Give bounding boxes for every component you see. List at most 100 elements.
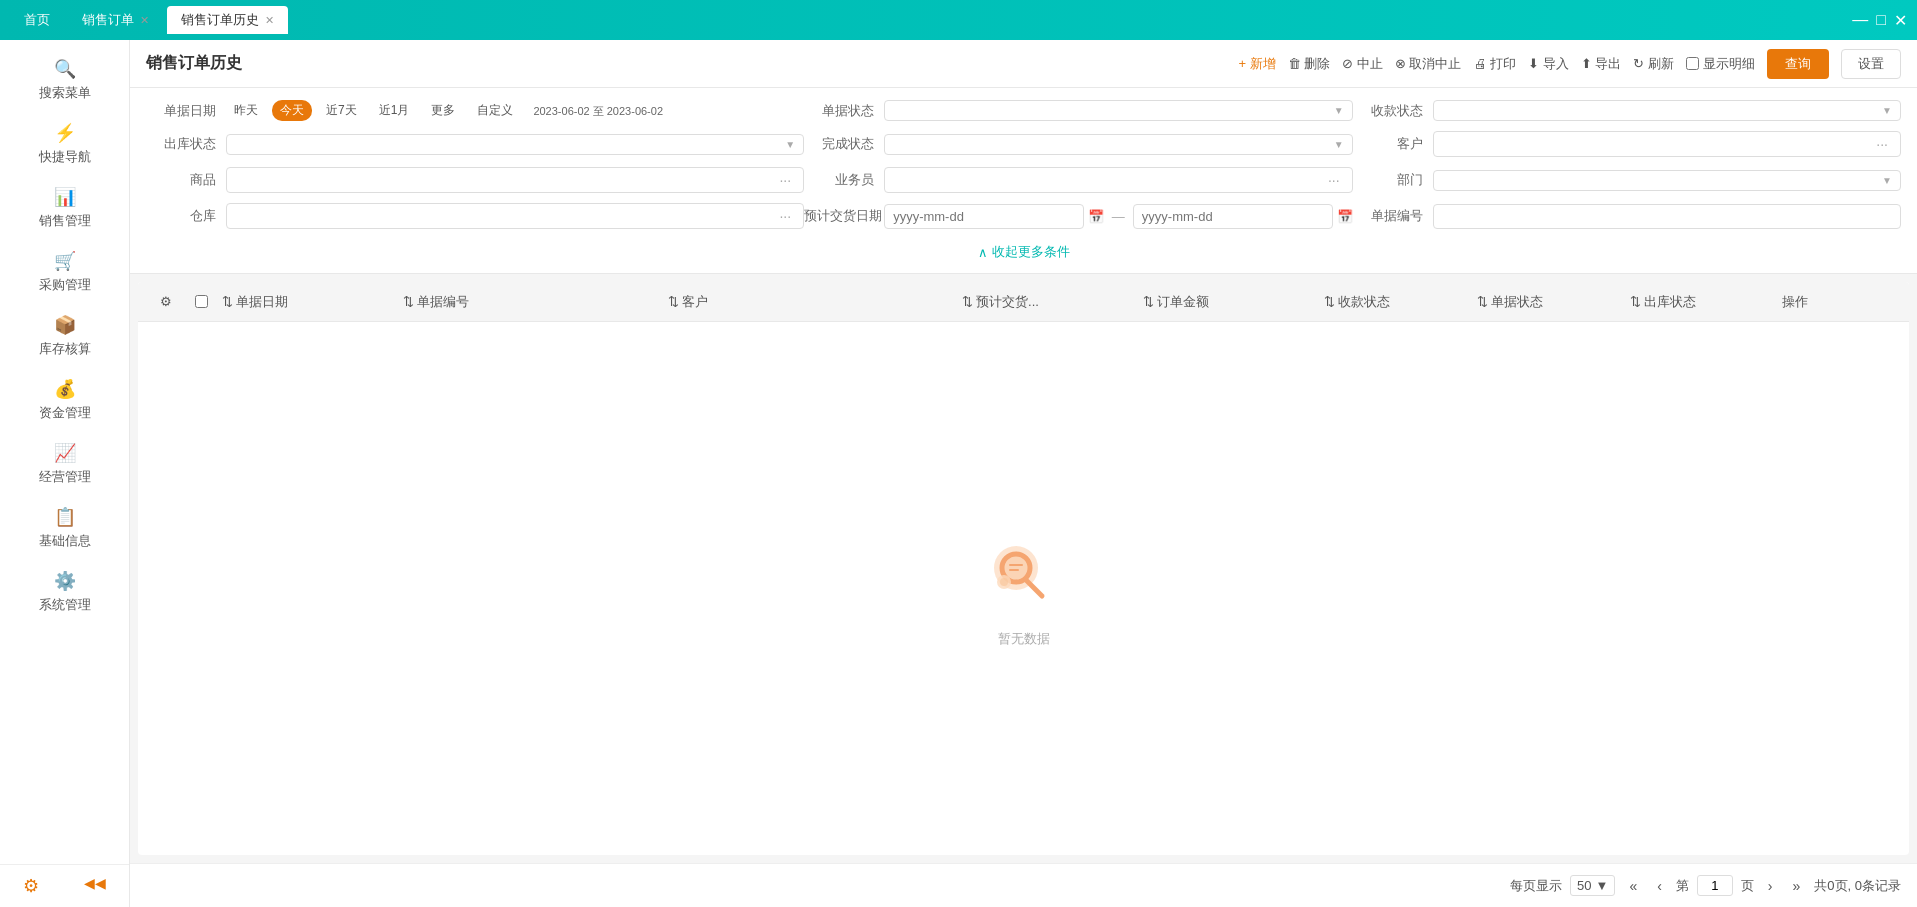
window-controls: — □ ✕ — [1852, 11, 1907, 30]
filter-area: 单据日期 昨天 今天 近7天 近1月 更多 自定义 2023-06-02 至 2… — [130, 88, 1917, 274]
cancel-stop-btn[interactable]: ⊗ 取消中止 — [1395, 55, 1462, 73]
customer-label: 客户 — [1353, 135, 1433, 153]
tab-sales-order[interactable]: 销售订单 ✕ — [68, 6, 163, 34]
complete-status-select[interactable]: ▼ — [884, 134, 1352, 155]
customer-dots-icon[interactable]: ··· — [1872, 136, 1892, 152]
page-input[interactable] — [1697, 875, 1733, 896]
sort-icon-delivery: ⇅ — [962, 294, 973, 309]
sidebar-item-inventory[interactable]: 📦 库存核算 — [0, 304, 129, 368]
export-btn[interactable]: ⬆ 导出 — [1581, 55, 1622, 73]
select-all-checkbox[interactable] — [195, 295, 208, 308]
sidebar-item-fund-mgmt[interactable]: 💰 资金管理 — [0, 368, 129, 432]
tab-home[interactable]: 首页 — [10, 6, 64, 34]
date-chip-today[interactable]: 今天 — [272, 100, 312, 121]
query-button[interactable]: 查询 — [1767, 49, 1829, 79]
new-btn[interactable]: + 新增 — [1238, 55, 1275, 73]
salesperson-input[interactable]: ··· — [884, 167, 1352, 193]
out-status-label: 出库状态 — [146, 135, 226, 153]
show-detail-checkbox[interactable] — [1686, 57, 1699, 70]
goods-dots-icon[interactable]: ··· — [775, 172, 795, 188]
date-value: 昨天 今天 近7天 近1月 更多 自定义 2023-06-02 至 2023-0… — [226, 100, 804, 121]
th-order-status[interactable]: ⇅ 单据状态 — [1471, 293, 1624, 311]
salesperson-dots-icon[interactable]: ··· — [1324, 172, 1344, 188]
table-area: ⚙ ⇅ 单据日期 ⇅ 单据编号 ⇅ 客户 ⇅ — [138, 282, 1909, 855]
date-chip-more[interactable]: 更多 — [423, 100, 463, 121]
sidebar-item-search-menu[interactable]: 🔍 搜索菜单 — [0, 48, 129, 112]
sidebar-settings-icon[interactable]: ⚙ — [23, 875, 39, 897]
quick-nav-icon: ⚡ — [54, 122, 76, 144]
order-status-select[interactable]: ▼ — [884, 100, 1352, 121]
page-size-select[interactable]: 50 ▼ — [1570, 875, 1615, 896]
delivery-date-range: 📅 — 📅 — [884, 204, 1352, 229]
th-checkbox[interactable] — [186, 295, 216, 308]
dept-select[interactable]: ▼ — [1433, 170, 1901, 191]
sys-mgmt-icon: ⚙️ — [54, 570, 76, 592]
maximize-btn[interactable]: □ — [1876, 11, 1886, 29]
sidebar-collapse-icon[interactable]: ◀◀ — [84, 875, 106, 897]
sidebar-item-ops-mgmt[interactable]: 📈 经营管理 — [0, 432, 129, 496]
th-out-status[interactable]: ⇅ 出库状态 — [1624, 293, 1777, 311]
sidebar-item-base-info[interactable]: 📋 基础信息 — [0, 496, 129, 560]
customer-input[interactable]: ··· — [1433, 131, 1901, 157]
refresh-btn[interactable]: ↻ 刷新 — [1633, 55, 1674, 73]
date-label: 单据日期 — [146, 102, 226, 120]
page-size-label: 每页显示 — [1510, 877, 1562, 895]
print-btn[interactable]: 🖨 打印 — [1474, 55, 1517, 73]
th-customer[interactable]: ⇅ 客户 — [662, 293, 956, 311]
sidebar-bottom: ⚙ ◀◀ — [0, 864, 129, 907]
th-delivery[interactable]: ⇅ 预计交货... — [956, 293, 1137, 311]
last-page-btn[interactable]: » — [1787, 876, 1807, 896]
sort-icon-num: ⇅ — [403, 294, 414, 309]
delivery-date-end[interactable] — [1133, 204, 1333, 229]
goods-label: 商品 — [146, 171, 226, 189]
close-btn[interactable]: ✕ — [1894, 11, 1907, 30]
tab-sales-order-history[interactable]: 销售订单历史 ✕ — [167, 6, 288, 34]
sidebar-item-sys-mgmt[interactable]: ⚙️ 系统管理 — [0, 560, 129, 624]
top-bar: 首页 销售订单 ✕ 销售订单历史 ✕ — □ ✕ — [0, 0, 1917, 40]
sidebar-item-inventory-label: 库存核算 — [39, 340, 91, 358]
main-layout: 🔍 搜索菜单 ⚡ 快捷导航 📊 销售管理 🛒 采购管理 📦 库存核算 💰 资金管… — [0, 40, 1917, 907]
date-chip-custom[interactable]: 自定义 — [469, 100, 521, 121]
first-page-btn[interactable]: « — [1623, 876, 1643, 896]
salesperson-label: 业务员 — [804, 171, 884, 189]
warehouse-dots-icon[interactable]: ··· — [775, 208, 795, 224]
settings-button[interactable]: 设置 — [1841, 49, 1901, 79]
sidebar-item-sales-mgmt[interactable]: 📊 销售管理 — [0, 176, 129, 240]
th-amount[interactable]: ⇅ 订单金额 — [1137, 293, 1318, 311]
empty-illustration — [974, 530, 1074, 620]
warehouse-input[interactable]: ··· — [226, 203, 804, 229]
collapse-up-icon: ∧ — [978, 245, 988, 260]
date-chip-1month[interactable]: 近1月 — [371, 100, 418, 121]
prev-page-btn[interactable]: ‹ — [1651, 876, 1668, 896]
th-num[interactable]: ⇅ 单据编号 — [397, 293, 662, 311]
calendar-start-icon[interactable]: 📅 — [1088, 209, 1104, 224]
import-btn[interactable]: ⬇ 导入 — [1528, 55, 1569, 73]
th-date[interactable]: ⇅ 单据日期 — [216, 293, 397, 311]
delete-btn[interactable]: 🗑 删除 — [1288, 55, 1331, 73]
inventory-icon: 📦 — [54, 314, 76, 336]
goods-input[interactable]: ··· — [226, 167, 804, 193]
page-text: 页 — [1741, 877, 1754, 895]
calendar-end-icon[interactable]: 📅 — [1337, 209, 1353, 224]
delivery-date-start[interactable] — [884, 204, 1084, 229]
page-size-arrow-icon: ▼ — [1596, 878, 1609, 893]
pay-status-select[interactable]: ▼ — [1433, 100, 1901, 121]
date-chip-7days[interactable]: 近7天 — [318, 100, 365, 121]
date-dash: — — [1108, 209, 1129, 224]
collapse-row[interactable]: ∧ 收起更多条件 — [146, 239, 1901, 261]
th-settings[interactable]: ⚙ — [146, 294, 186, 309]
stop-btn[interactable]: ⊘ 中止 — [1342, 55, 1383, 73]
order-num-input[interactable] — [1433, 204, 1901, 229]
search-menu-icon: 🔍 — [54, 58, 76, 80]
tab-sales-order-history-close[interactable]: ✕ — [265, 14, 274, 27]
th-pay-status[interactable]: ⇅ 收款状态 — [1318, 293, 1471, 311]
minimize-btn[interactable]: — — [1852, 11, 1868, 29]
dept-label: 部门 — [1353, 171, 1433, 189]
out-status-select[interactable]: ▼ — [226, 134, 804, 155]
tab-sales-order-close[interactable]: ✕ — [140, 14, 149, 27]
next-page-btn[interactable]: › — [1762, 876, 1779, 896]
sidebar-item-purchase-mgmt[interactable]: 🛒 采购管理 — [0, 240, 129, 304]
warehouse-label: 仓库 — [146, 207, 226, 225]
date-chip-yesterday[interactable]: 昨天 — [226, 100, 266, 121]
sidebar-item-quick-nav[interactable]: ⚡ 快捷导航 — [0, 112, 129, 176]
